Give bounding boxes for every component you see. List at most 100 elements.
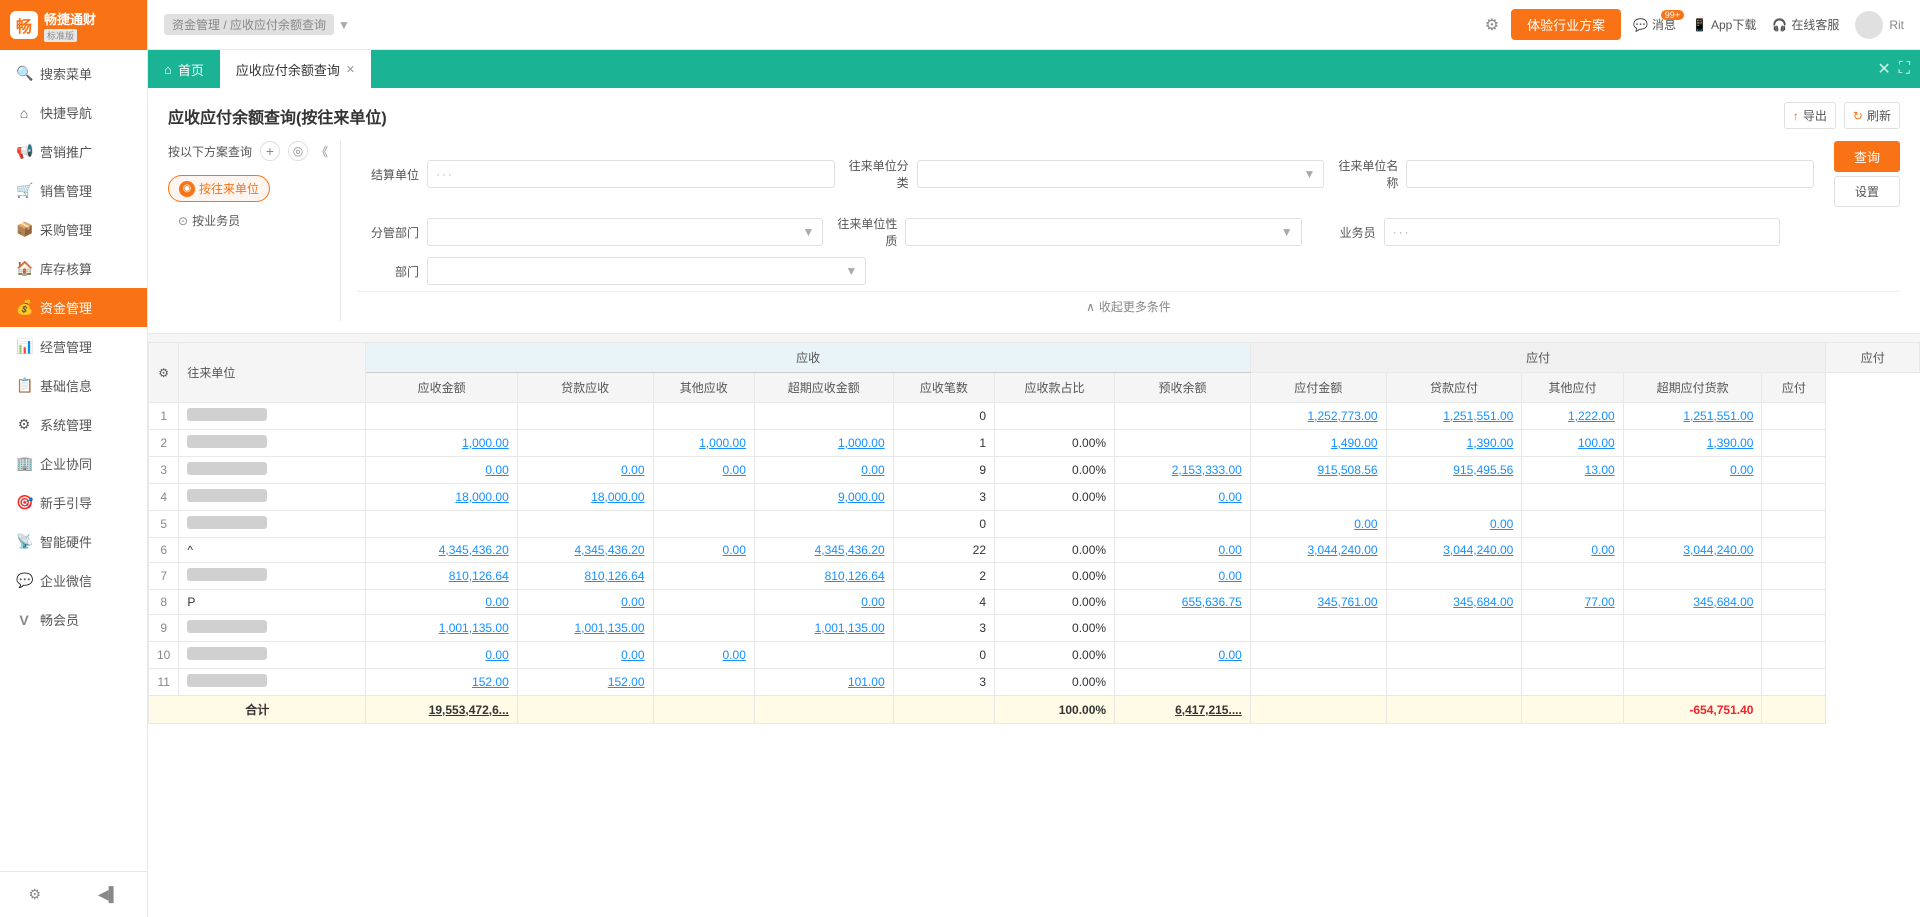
cell-ar_loan[interactable]: 18,000.00 (517, 484, 653, 511)
app-download-button[interactable]: 📱 App下载 (1692, 16, 1756, 33)
cell-ar_amt[interactable]: 0.00 (366, 642, 517, 669)
sidebar-item-quick[interactable]: ⌂ 快捷导航 (0, 93, 147, 132)
cell-ap_overdue[interactable]: 3,044,240.00 (1623, 538, 1762, 563)
refresh-button[interactable]: ↻ 刷新 (1844, 102, 1900, 129)
cell-ar_loan[interactable]: 810,126.64 (517, 563, 653, 590)
cell-ap_amt[interactable]: 0.00 (1250, 511, 1386, 538)
cell-ap_loan[interactable]: 0.00 (1386, 511, 1522, 538)
cell-ap_other[interactable]: 77.00 (1522, 590, 1623, 615)
cell-ap_other[interactable]: 1,222.00 (1522, 403, 1623, 430)
filter-config-button[interactable]: ◎ (288, 141, 308, 161)
sidebar-item-enterprise[interactable]: 🏢 企业协同 (0, 444, 147, 483)
plan-by-unit[interactable]: ◉ 按往来单位 (168, 175, 270, 202)
cell-ap_loan[interactable]: 345,684.00 (1386, 590, 1522, 615)
unit-category-input[interactable]: ▼ (917, 160, 1325, 188)
cell-ar_loan[interactable]: 152.00 (517, 669, 653, 696)
cell-ap_amt[interactable]: 1,252,773.00 (1250, 403, 1386, 430)
cell-ar_amt[interactable]: 152.00 (366, 669, 517, 696)
cell-ap_loan[interactable]: 915,495.56 (1386, 457, 1522, 484)
cell-ar_amt[interactable]: 0.00 (366, 457, 517, 484)
total-advance[interactable]: 6,417,215.... (1115, 696, 1251, 724)
unit-nature-input[interactable]: ▼ (905, 218, 1301, 246)
cell-ar_amt[interactable]: 1,000.00 (366, 430, 517, 457)
tab-home[interactable]: ⌂ 首页 (148, 50, 220, 88)
cell-ap_overdue[interactable]: 1,390.00 (1623, 430, 1762, 457)
cell-ap_overdue[interactable]: 0.00 (1623, 457, 1762, 484)
sidebar-item-hardware[interactable]: 📡 智能硬件 (0, 522, 147, 561)
unit-name-input[interactable] (1406, 160, 1814, 188)
cell-ar_overdue[interactable]: 0.00 (754, 590, 893, 615)
tab-query[interactable]: 应收应付余额查询 ✕ (220, 50, 371, 88)
cell-ar_amt[interactable]: 810,126.64 (366, 563, 517, 590)
cell-ap_amt[interactable]: 3,044,240.00 (1250, 538, 1386, 563)
table-settings-col[interactable]: ⚙ (149, 343, 179, 403)
collapse-more-button[interactable]: ∧ 收起更多条件 (357, 291, 1900, 321)
sidebar-item-inventory[interactable]: 🏠 库存核算 (0, 249, 147, 288)
sidebar-item-system[interactable]: ⚙ 系统管理 (0, 405, 147, 444)
cell-ar_overdue[interactable]: 1,000.00 (754, 430, 893, 457)
cell-ap_amt[interactable]: 345,761.00 (1250, 590, 1386, 615)
sidebar-item-fund[interactable]: 💰 资金管理 (0, 288, 147, 327)
cell-ap_loan[interactable]: 1,251,551.00 (1386, 403, 1522, 430)
cell-ar_amt[interactable]: 0.00 (366, 590, 517, 615)
sidebar-settings-btn[interactable]: ⚙ (20, 882, 49, 907)
cell-ap_overdue[interactable]: 345,684.00 (1623, 590, 1762, 615)
tab-maximize-icon[interactable]: ⛶ (1899, 60, 1910, 78)
cell-advance[interactable]: 0.00 (1115, 484, 1251, 511)
tab-close-icon[interactable]: ✕ (346, 63, 355, 76)
sidebar-item-search[interactable]: 🔍 搜索菜单 (0, 54, 147, 93)
breadcrumb-dropdown[interactable]: ▼ (338, 18, 350, 32)
cell-ar_loan[interactable]: 0.00 (517, 457, 653, 484)
cell-ar_overdue[interactable]: 0.00 (754, 457, 893, 484)
cell-ar_loan[interactable]: 4,345,436.20 (517, 538, 653, 563)
online-service-button[interactable]: 🎧 在线客服 (1772, 16, 1839, 33)
cell-ar_loan[interactable]: 0.00 (517, 642, 653, 669)
solution-button[interactable]: 体验行业方案 (1511, 9, 1621, 40)
query-button[interactable]: 查询 (1834, 141, 1900, 172)
sidebar-item-member[interactable]: V 畅会员 (0, 600, 147, 639)
filter-add-button[interactable]: + (260, 141, 280, 161)
export-button[interactable]: ↑ 导出 (1784, 102, 1836, 129)
sidebar-item-guide[interactable]: 🎯 新手引导 (0, 483, 147, 522)
cell-ar_amt[interactable]: 1,001,135.00 (366, 615, 517, 642)
cell-ap_amt[interactable]: 1,490.00 (1250, 430, 1386, 457)
user-area[interactable]: Rit (1855, 11, 1904, 39)
dept-input[interactable]: ▼ (427, 218, 823, 246)
sidebar-item-sales[interactable]: 🛒 销售管理 (0, 171, 147, 210)
sidebar-item-operation[interactable]: 📊 经营管理 (0, 327, 147, 366)
cell-advance[interactable]: 0.00 (1115, 538, 1251, 563)
cell-ar_overdue[interactable]: 1,001,135.00 (754, 615, 893, 642)
cell-ar_overdue[interactable]: 101.00 (754, 669, 893, 696)
topbar-gear-icon[interactable]: ⚙ (1485, 15, 1499, 35)
message-button[interactable]: 💬 消息 99+ (1633, 16, 1676, 33)
cell-ap_loan[interactable]: 3,044,240.00 (1386, 538, 1522, 563)
cell-advance[interactable]: 0.00 (1115, 642, 1251, 669)
cell-ar_amt[interactable]: 18,000.00 (366, 484, 517, 511)
staff-input[interactable]: ··· (1384, 218, 1780, 246)
cell-ar_loan[interactable]: 1,001,135.00 (517, 615, 653, 642)
cell-ap_amt[interactable]: 915,508.56 (1250, 457, 1386, 484)
setting-button[interactable]: 设置 (1834, 176, 1900, 207)
sidebar-collapse-btn[interactable]: ◀▌ (90, 882, 127, 907)
cell-ar_loan[interactable]: 0.00 (517, 590, 653, 615)
cell-ar_amt[interactable]: 4,345,436.20 (366, 538, 517, 563)
cell-advance[interactable]: 2,153,333.00 (1115, 457, 1251, 484)
sidebar-item-marketing[interactable]: 📢 营销推广 (0, 132, 147, 171)
cell-advance[interactable]: 655,636.75 (1115, 590, 1251, 615)
cell-ar_overdue[interactable]: 810,126.64 (754, 563, 893, 590)
sidebar-item-wechat[interactable]: 💬 企业微信 (0, 561, 147, 600)
sidebar-item-purchase[interactable]: 📦 采购管理 (0, 210, 147, 249)
settlement-unit-input[interactable]: ··· (427, 160, 835, 188)
cell-ar_other[interactable]: 0.00 (653, 457, 754, 484)
filter-collapse-button[interactable]: 《 (316, 143, 328, 160)
cell-ap_overdue[interactable]: 1,251,551.00 (1623, 403, 1762, 430)
cell-ar_overdue[interactable]: 4,345,436.20 (754, 538, 893, 563)
cell-ar_other[interactable]: 1,000.00 (653, 430, 754, 457)
sidebar-item-base[interactable]: 📋 基础信息 (0, 366, 147, 405)
cell-ap_other[interactable]: 13.00 (1522, 457, 1623, 484)
cell-ar_overdue[interactable]: 9,000.00 (754, 484, 893, 511)
department-input[interactable]: ▼ (427, 257, 866, 285)
cell-ap_other[interactable]: 100.00 (1522, 430, 1623, 457)
tab-close-window-icon[interactable]: ✕ (1877, 59, 1890, 79)
plan-by-staff[interactable]: ⊙ 按业务员 (168, 208, 270, 233)
